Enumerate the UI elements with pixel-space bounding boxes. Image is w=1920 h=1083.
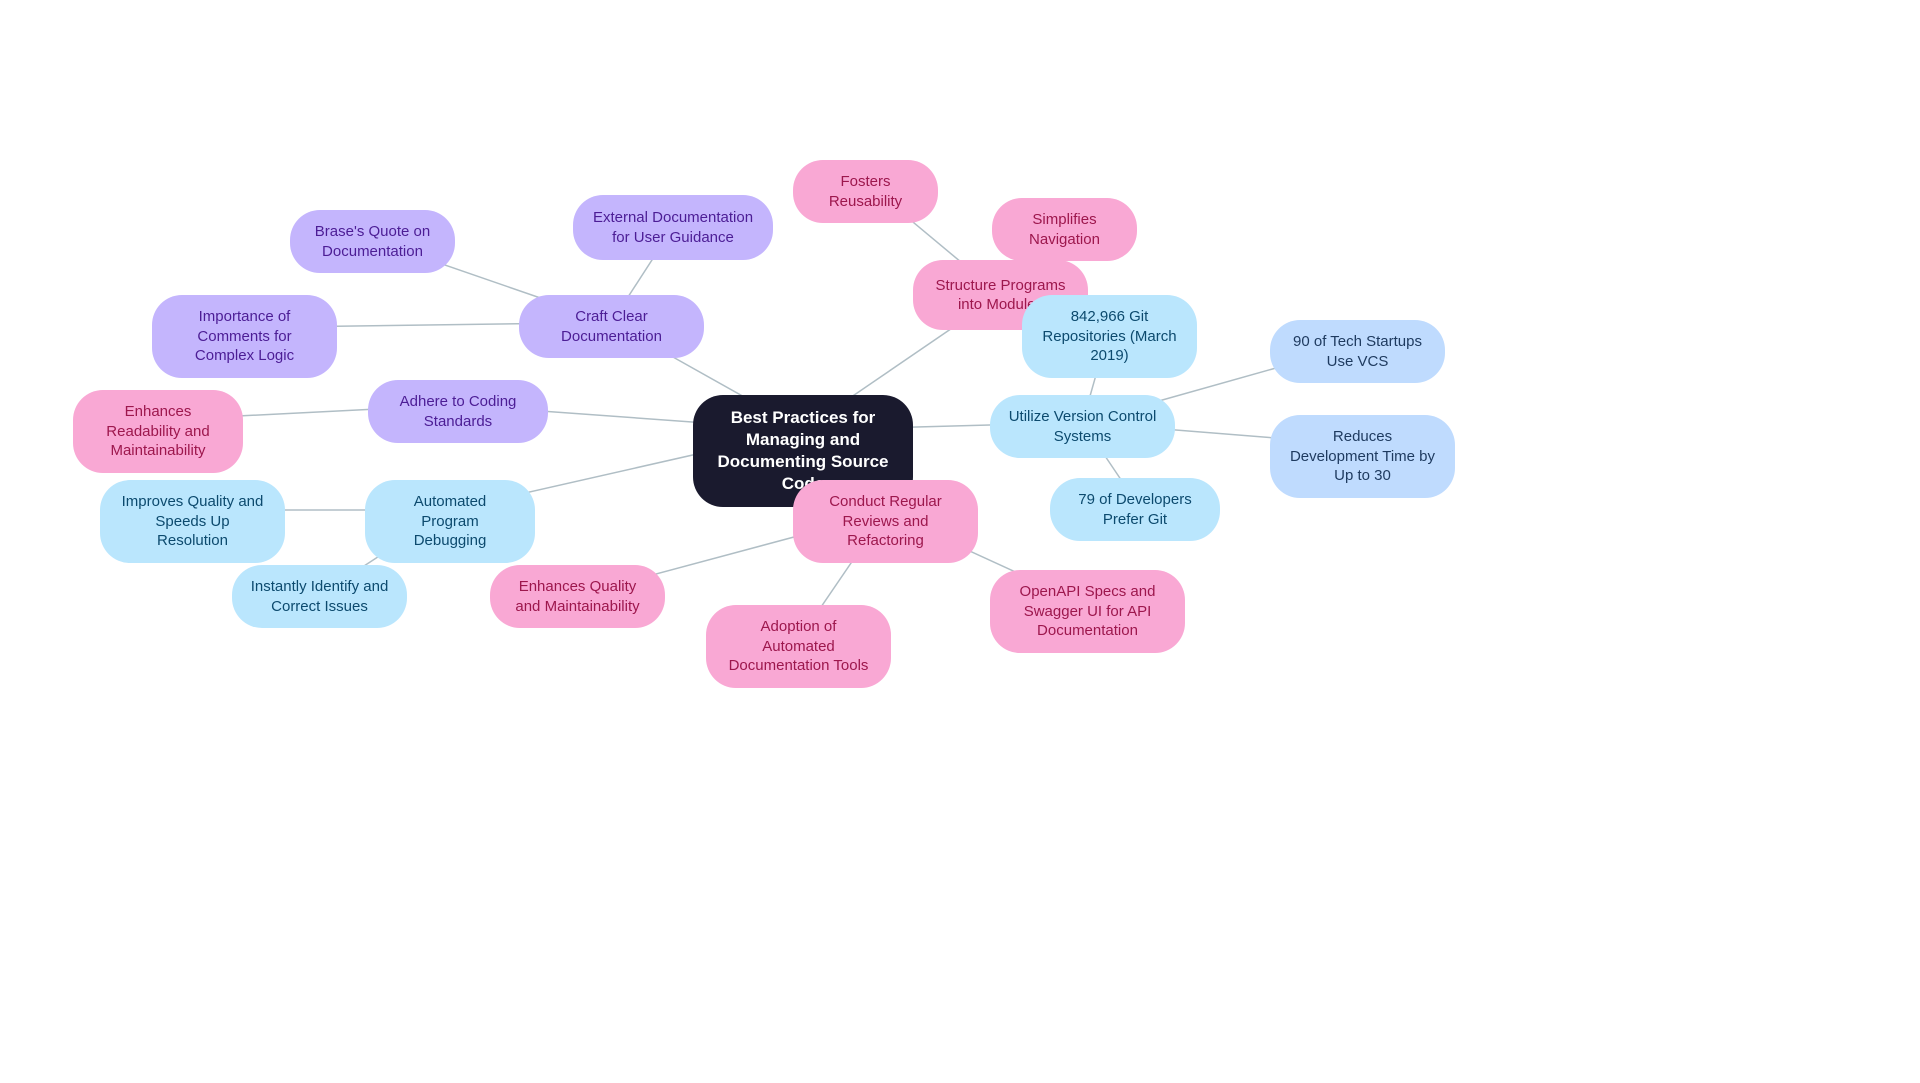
adoption-auto-node: Adoption of Automated Documentation Tool… xyxy=(706,605,891,688)
improves-quality-node: Improves Quality and Speeds Up Resolutio… xyxy=(100,480,285,563)
conduct-reviews-node: Conduct Regular Reviews and Refactoring xyxy=(793,480,978,563)
adhere-coding-node: Adhere to Coding Standards xyxy=(368,380,548,443)
craft-clear-node: Craft Clear Documentation xyxy=(519,295,704,358)
external-doc-node: External Documentation for User Guidance xyxy=(573,195,773,260)
tech-startups-node: 90 of Tech Startups Use VCS xyxy=(1270,320,1445,383)
brase-quote-node: Brase's Quote on Documentation xyxy=(290,210,455,273)
mind-map-container: Best Practices for Managing and Document… xyxy=(0,0,1920,1083)
fosters-reusability-node: Fosters Reusability xyxy=(793,160,938,223)
git-repos-node: 842,966 Git Repositories (March 2019) xyxy=(1022,295,1197,378)
automated-debug-node: Automated Program Debugging xyxy=(365,480,535,563)
openapi-specs-node: OpenAPI Specs and Swagger UI for API Doc… xyxy=(990,570,1185,653)
utilize-vcs-node: Utilize Version Control Systems xyxy=(990,395,1175,458)
reduces-dev-node: Reduces Development Time by Up to 30 xyxy=(1270,415,1455,498)
instantly-identify-node: Instantly Identify and Correct Issues xyxy=(232,565,407,628)
developers-prefer-node: 79 of Developers Prefer Git xyxy=(1050,478,1220,541)
simplifies-nav-node: Simplifies Navigation xyxy=(992,198,1137,261)
enhances-quality-node: Enhances Quality and Maintainability xyxy=(490,565,665,628)
enhances-read-node: Enhances Readability and Maintainability xyxy=(73,390,243,473)
importance-comments-node: Importance of Comments for Complex Logic xyxy=(152,295,337,378)
